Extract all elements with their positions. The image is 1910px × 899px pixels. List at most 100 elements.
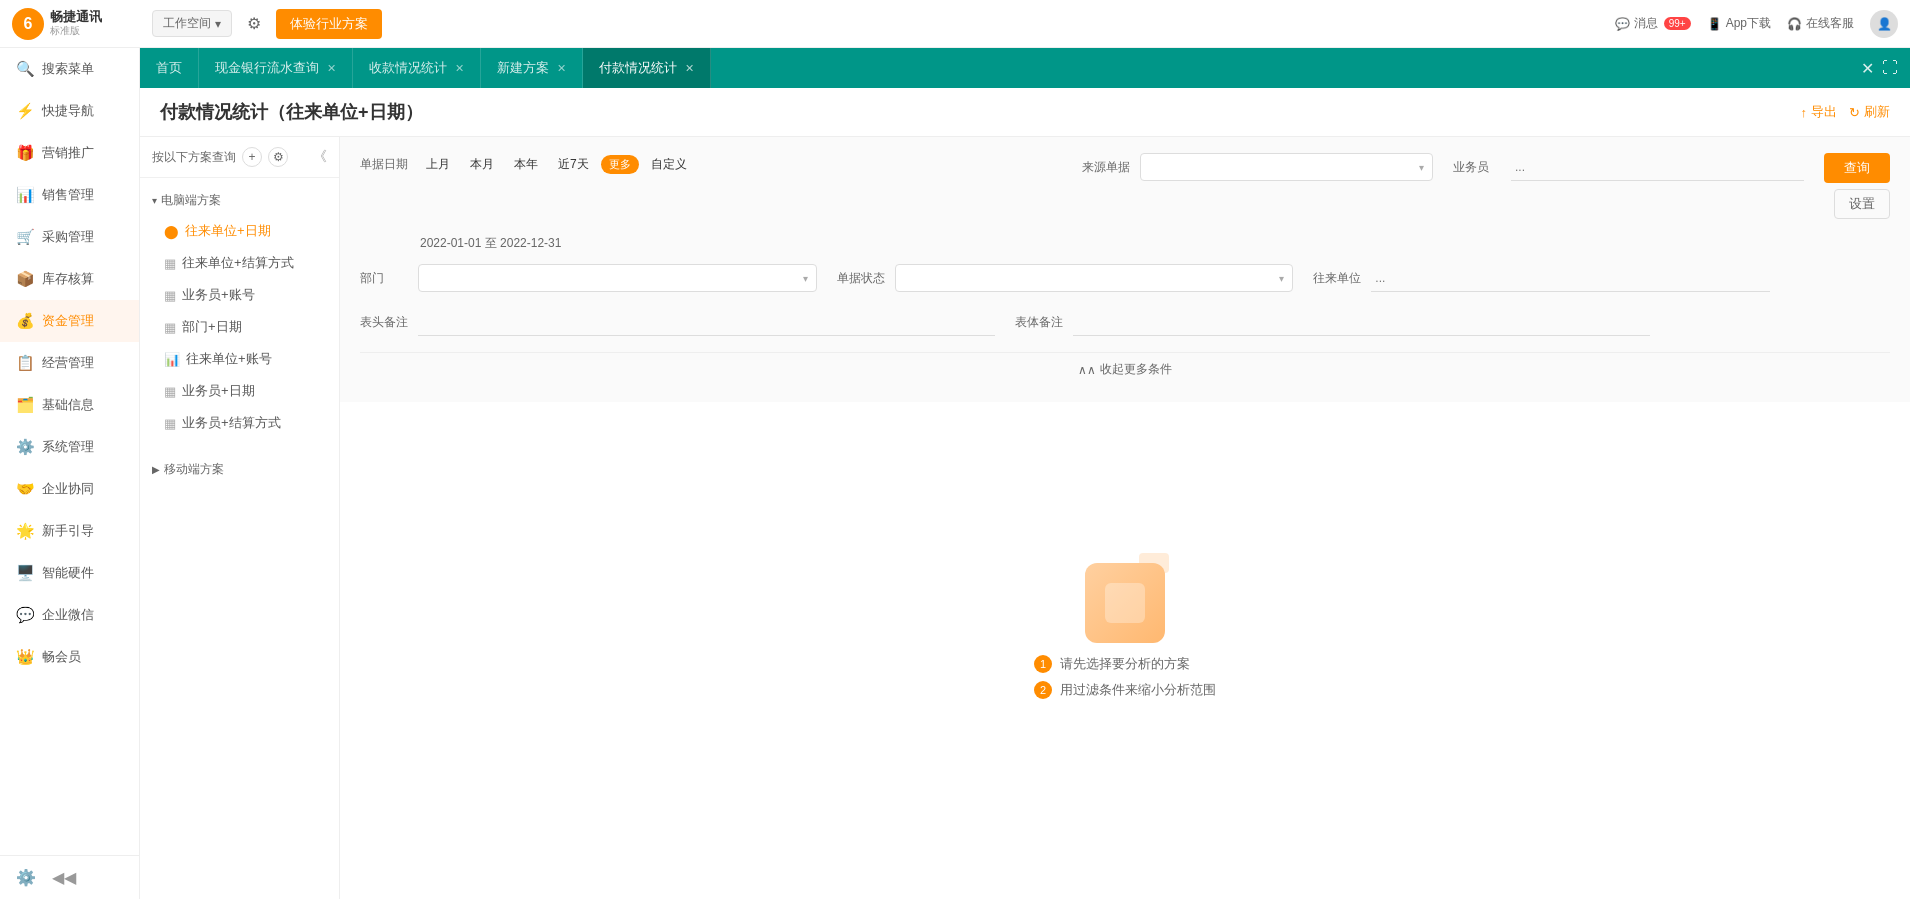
sidebar-item-marketing[interactable]: 🎁 营销推广 bbox=[0, 132, 139, 174]
filter-salesman-input[interactable] bbox=[1511, 153, 1804, 181]
sidebar-item-inventory[interactable]: 📦 库存核算 bbox=[0, 258, 139, 300]
filter-partner-input[interactable] bbox=[1371, 264, 1770, 292]
settings-bottom-icon[interactable]: ⚙️ bbox=[16, 868, 36, 887]
tab-cash-flow[interactable]: 现金银行流水查询 ✕ bbox=[199, 48, 353, 88]
scheme-item-partner-settlement[interactable]: ▦ 往来单位+结算方式 bbox=[140, 247, 339, 279]
tab-receipt-stats-close-icon[interactable]: ✕ bbox=[455, 62, 464, 75]
query-button[interactable]: 查询 bbox=[1824, 153, 1890, 183]
scheme-group-desktop: ▾ 电脑端方案 ⬤ 往来单位+日期 ▦ 往来单位+结算方式 ▦ 业务员+账号 bbox=[140, 178, 339, 447]
scheme-panel: 按以下方案查询 + ⚙ 《 ▾ 电脑端方案 ⬤ 往来单位+日期 bbox=[140, 137, 340, 899]
workspace-selector[interactable]: 工作空间 ▾ bbox=[152, 10, 232, 37]
date-range-display: 2022-01-01 至 2022-12-31 bbox=[420, 235, 1890, 252]
sidebar-item-guide[interactable]: 🌟 新手引导 bbox=[0, 510, 139, 552]
avatar-icon: 👤 bbox=[1877, 17, 1892, 31]
collapse-more-button[interactable]: ∧∧ 收起更多条件 bbox=[360, 352, 1890, 386]
scheme-group-mobile: ▶ 移动端方案 bbox=[140, 447, 339, 492]
collapse-sidebar-icon[interactable]: ◀◀ bbox=[52, 868, 76, 887]
logo-area: 6 畅捷通讯 标准版 bbox=[12, 8, 152, 40]
tab-payment-stats-close-icon[interactable]: ✕ bbox=[685, 62, 694, 75]
scheme-table-icon-4: ▦ bbox=[164, 384, 176, 399]
sidebar-item-search-menu[interactable]: 🔍 搜索菜单 bbox=[0, 48, 139, 90]
date-btn-last-7-days[interactable]: 近7天 bbox=[550, 153, 597, 176]
date-range-btns: 上月 本月 本年 近7天 更多 自定义 bbox=[418, 153, 695, 176]
scheme-item-partner-account[interactable]: 📊 往来单位+账号 bbox=[140, 343, 339, 375]
sidebar-label-sales: 销售管理 bbox=[42, 186, 94, 204]
sidebar-item-wechat[interactable]: 💬 企业微信 bbox=[0, 594, 139, 636]
avatar[interactable]: 👤 bbox=[1870, 10, 1898, 38]
sidebar-item-system[interactable]: ⚙️ 系统管理 bbox=[0, 426, 139, 468]
filter-date-control: 上月 本月 本年 近7天 更多 自定义 bbox=[418, 153, 1062, 176]
date-btn-this-year[interactable]: 本年 bbox=[506, 153, 546, 176]
scheme-item-salesman-settlement-label: 业务员+结算方式 bbox=[182, 414, 281, 432]
filter-salesman-label: 业务员 bbox=[1453, 159, 1503, 176]
logo-sub: 标准版 bbox=[50, 24, 102, 38]
scheme-item-dept-date-label: 部门+日期 bbox=[182, 318, 242, 336]
sidebar-label-basic-info: 基础信息 bbox=[42, 396, 94, 414]
doc-status-chevron-icon: ▾ bbox=[1279, 273, 1284, 284]
online-service-button[interactable]: 🎧 在线客服 bbox=[1787, 15, 1854, 32]
sidebar-item-sales[interactable]: 📊 销售管理 bbox=[0, 174, 139, 216]
date-btn-this-month[interactable]: 本月 bbox=[462, 153, 502, 176]
tab-receipt-stats[interactable]: 收款情况统计 ✕ bbox=[353, 48, 481, 88]
trial-button[interactable]: 体验行业方案 bbox=[276, 9, 382, 39]
maximize-button[interactable]: ⛶ bbox=[1882, 59, 1898, 77]
empty-box-inner bbox=[1105, 583, 1145, 623]
filter-dept-select[interactable]: ▾ bbox=[418, 264, 817, 292]
sidebar-item-hardware[interactable]: 🖥️ 智能硬件 bbox=[0, 552, 139, 594]
filter-source-label: 来源单据 bbox=[1082, 159, 1132, 176]
collapse-more-label: 收起更多条件 bbox=[1100, 361, 1172, 378]
search-icon: 🔍 bbox=[16, 60, 34, 78]
download-icon: 📱 bbox=[1707, 17, 1722, 31]
sidebar-item-basic-info[interactable]: 🗂️ 基础信息 bbox=[0, 384, 139, 426]
scheme-settings-button[interactable]: ⚙ bbox=[268, 147, 288, 167]
content-body: 按以下方案查询 + ⚙ 《 ▾ 电脑端方案 ⬤ 往来单位+日期 bbox=[140, 137, 1910, 899]
right-panel: 单据日期 上月 本月 本年 近7天 更多 自定义 bbox=[340, 137, 1910, 899]
chevron-down-icon: ▾ bbox=[152, 195, 157, 206]
refresh-button[interactable]: ↻ 刷新 bbox=[1849, 103, 1890, 121]
scheme-item-salesman-date[interactable]: ▦ 业务员+日期 bbox=[140, 375, 339, 407]
scheme-item-salesman-account[interactable]: ▦ 业务员+账号 bbox=[140, 279, 339, 311]
sidebar-item-enterprise[interactable]: 🤝 企业协同 bbox=[0, 468, 139, 510]
scheme-item-salesman-settlement[interactable]: ▦ 业务员+结算方式 bbox=[140, 407, 339, 439]
scheme-item-partner-date[interactable]: ⬤ 往来单位+日期 bbox=[140, 215, 339, 247]
sidebar-item-quick-nav[interactable]: ⚡ 快捷导航 bbox=[0, 90, 139, 132]
filter-source-select[interactable]: ▾ bbox=[1140, 153, 1433, 181]
headset-icon: 🎧 bbox=[1787, 17, 1802, 31]
filter-body-note-input[interactable] bbox=[1073, 308, 1650, 336]
tab-home[interactable]: 首页 bbox=[140, 48, 199, 88]
sidebar-item-operations[interactable]: 📋 经营管理 bbox=[0, 342, 139, 384]
scheme-add-button[interactable]: + bbox=[242, 147, 262, 167]
sidebar-label-member: 畅会员 bbox=[42, 648, 81, 666]
scheme-collapse-button[interactable]: 《 bbox=[313, 148, 327, 166]
tab-bar: 首页 现金银行流水查询 ✕ 收款情况统计 ✕ 新建方案 ✕ 付款情况统计 ✕ ✕… bbox=[140, 48, 1910, 88]
filter-header-note-label: 表头备注 bbox=[360, 314, 410, 331]
close-all-tabs-button[interactable]: ✕ bbox=[1861, 59, 1874, 78]
export-label: 导出 bbox=[1811, 103, 1837, 121]
empty-hint-1-text: 请先选择要分析的方案 bbox=[1060, 655, 1190, 673]
app-download-button[interactable]: 📱 App下载 bbox=[1707, 15, 1771, 32]
sidebar-item-finance[interactable]: 💰 资金管理 bbox=[0, 300, 139, 342]
scheme-group-mobile-label: 移动端方案 bbox=[164, 461, 224, 478]
tab-cash-flow-close-icon[interactable]: ✕ bbox=[327, 62, 336, 75]
message-button[interactable]: 💬 消息 99+ bbox=[1615, 15, 1691, 32]
date-btn-more[interactable]: 更多 bbox=[601, 155, 639, 174]
filter-header-note-input[interactable] bbox=[418, 308, 995, 336]
sidebar-item-purchase[interactable]: 🛒 采购管理 bbox=[0, 216, 139, 258]
filter-settings-button[interactable]: 设置 bbox=[1834, 189, 1890, 219]
export-button[interactable]: ↑ 导出 bbox=[1801, 103, 1838, 121]
scheme-group-desktop-title[interactable]: ▾ 电脑端方案 bbox=[140, 186, 339, 215]
scheme-item-dept-date[interactable]: ▦ 部门+日期 bbox=[140, 311, 339, 343]
sidebar-label-quick-nav: 快捷导航 bbox=[42, 102, 94, 120]
tab-payment-stats[interactable]: 付款情况统计 ✕ bbox=[583, 48, 711, 88]
sidebar-item-member[interactable]: 👑 畅会员 bbox=[0, 636, 139, 678]
date-btn-custom[interactable]: 自定义 bbox=[643, 153, 695, 176]
scheme-group-mobile-title[interactable]: ▶ 移动端方案 bbox=[140, 455, 339, 484]
filter-doc-status-select[interactable]: ▾ bbox=[895, 264, 1294, 292]
date-btn-last-month[interactable]: 上月 bbox=[418, 153, 458, 176]
settings-gear-button[interactable]: ⚙ bbox=[240, 10, 268, 38]
tab-new-scheme[interactable]: 新建方案 ✕ bbox=[481, 48, 583, 88]
filter-panel: 单据日期 上月 本月 本年 近7天 更多 自定义 bbox=[340, 137, 1910, 402]
scheme-panel-header: 按以下方案查询 + ⚙ 《 bbox=[140, 137, 339, 178]
tab-new-scheme-close-icon[interactable]: ✕ bbox=[557, 62, 566, 75]
sidebar-label-system: 系统管理 bbox=[42, 438, 94, 456]
